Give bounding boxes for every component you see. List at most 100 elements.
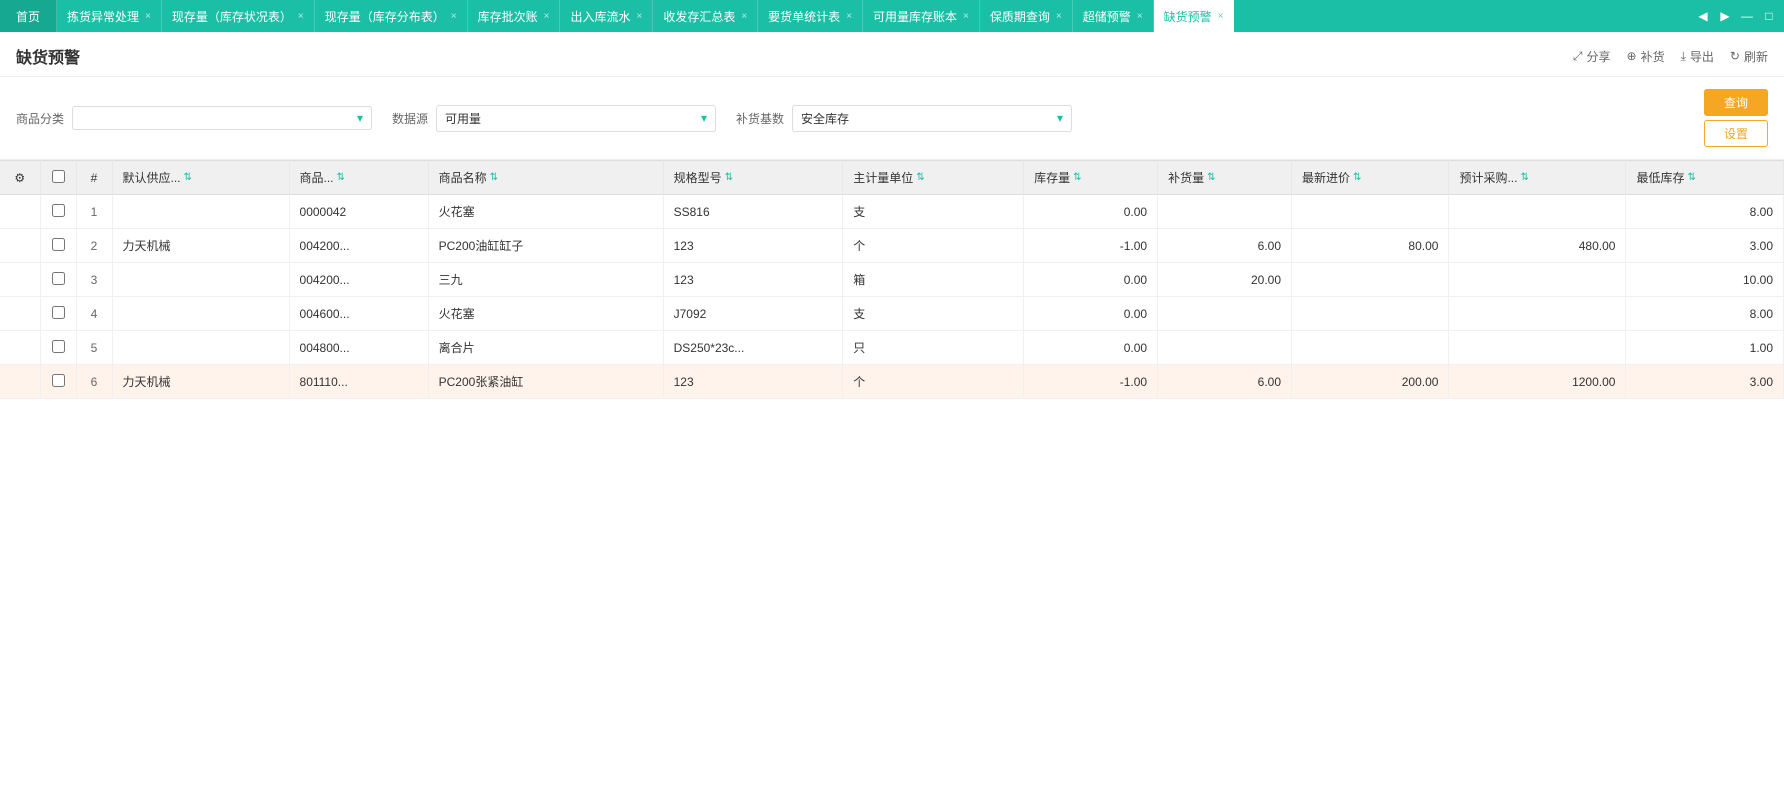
row-settings-cell [0, 263, 40, 297]
col-spec[interactable]: 规格型号 ⇅ [663, 161, 843, 195]
query-button[interactable]: 查询 [1704, 89, 1768, 116]
col-latest-price-sort-icon: ⇅ [1353, 172, 1361, 183]
row-num: 1 [76, 195, 112, 229]
tab-available-close[interactable]: × [963, 11, 969, 22]
col-goods-code[interactable]: 商品... ⇅ [289, 161, 428, 195]
col-supplier[interactable]: 默认供应... ⇅ [112, 161, 289, 195]
refresh-action[interactable]: ↻ 刷新 [1730, 48, 1768, 65]
row-unit: 个 [843, 229, 1024, 263]
tab-stock2[interactable]: 现存量（库存分布表） × [315, 0, 468, 32]
row-replenish-qty [1158, 331, 1292, 365]
row-checkbox[interactable] [52, 374, 65, 387]
row-supplier: 力天机械 [112, 365, 289, 399]
row-supplier: 力天机械 [112, 229, 289, 263]
table-row: 3 004200... 三九 123 箱 0.00 20.00 10.00 [0, 263, 1784, 297]
row-goods-name: 离合片 [428, 331, 663, 365]
row-settings-cell [0, 229, 40, 263]
row-est-purchase [1449, 263, 1626, 297]
row-spec: 123 [663, 263, 843, 297]
tab-flow-close[interactable]: × [636, 11, 642, 22]
row-check-cell[interactable] [40, 263, 76, 297]
tab-shortage-close[interactable]: × [1218, 11, 1224, 22]
row-settings-cell [0, 331, 40, 365]
settings-button[interactable]: 设置 [1704, 120, 1768, 147]
row-check-cell[interactable] [40, 365, 76, 399]
tab-batch-close[interactable]: × [544, 11, 550, 22]
tab-shortage[interactable]: 缺货预警 × [1154, 0, 1235, 32]
datasource-select[interactable]: 可用量 ▾ [436, 105, 716, 132]
col-goods-code-sort-icon: ⇅ [337, 172, 345, 183]
tab-order-close[interactable]: × [846, 11, 852, 22]
row-check-cell[interactable] [40, 297, 76, 331]
row-check-cell[interactable] [40, 195, 76, 229]
replenish-icon: ⊕ [1627, 49, 1637, 63]
row-est-purchase: 480.00 [1449, 229, 1626, 263]
tab-pick[interactable]: 拣货异常处理 × [57, 0, 162, 32]
col-unit-sort-icon: ⇅ [916, 172, 924, 183]
row-min-stock: 1.00 [1626, 331, 1784, 365]
window-maximize-button[interactable]: □ [1758, 5, 1780, 27]
row-goods-name: PC200油缸缸子 [428, 229, 663, 263]
row-checkbox[interactable] [52, 306, 65, 319]
row-check-cell[interactable] [40, 229, 76, 263]
tab-expiry-close[interactable]: × [1056, 11, 1062, 22]
settings-gear-icon[interactable]: ⚙ [14, 171, 25, 185]
tab-home[interactable]: 首页 [0, 0, 57, 32]
tab-pick-close[interactable]: × [145, 11, 151, 22]
tab-overstock[interactable]: 超储预警 × [1073, 0, 1154, 32]
col-replenish-qty[interactable]: 补货量 ⇅ [1158, 161, 1292, 195]
row-unit: 只 [843, 331, 1024, 365]
row-unit: 箱 [843, 263, 1024, 297]
row-num: 5 [76, 331, 112, 365]
table-row: 2 力天机械 004200... PC200油缸缸子 123 个 -1.00 6… [0, 229, 1784, 263]
col-est-purchase-label: 预计采购... [1459, 169, 1517, 186]
tab-prev-button[interactable]: ◀ [1692, 5, 1714, 27]
col-supplier-sort-icon: ⇅ [184, 172, 192, 183]
tab-stock1[interactable]: 现存量（库存状况表） × [162, 0, 315, 32]
tab-stock1-close[interactable]: × [298, 11, 304, 22]
row-spec: DS250*23c... [663, 331, 843, 365]
row-settings-cell [0, 297, 40, 331]
col-latest-price[interactable]: 最新进价 ⇅ [1292, 161, 1449, 195]
row-checkbox[interactable] [52, 204, 65, 217]
row-supplier [112, 297, 289, 331]
tab-flow[interactable]: 出入库流水 × [560, 0, 653, 32]
col-est-purchase[interactable]: 预计采购... ⇅ [1449, 161, 1626, 195]
row-supplier [112, 195, 289, 229]
share-action[interactable]: ⤢ 分享 [1573, 48, 1611, 65]
col-goods-name[interactable]: 商品名称 ⇅ [428, 161, 663, 195]
col-unit[interactable]: 主计量单位 ⇅ [843, 161, 1024, 195]
col-stock[interactable]: 库存量 ⇅ [1024, 161, 1158, 195]
tab-flow-label: 出入库流水 [570, 8, 630, 25]
col-settings[interactable]: ⚙ [0, 161, 40, 195]
row-checkbox[interactable] [52, 238, 65, 251]
row-check-cell[interactable] [40, 331, 76, 365]
replenish-base-filter-label: 补货基数 [736, 110, 784, 127]
row-settings-cell [0, 195, 40, 229]
col-check[interactable] [40, 161, 76, 195]
page-header: 缺货预警 ⤢ 分享 ⊕ 补货 ⤓ 导出 ↻ 刷新 [0, 32, 1784, 77]
tab-overstock-close[interactable]: × [1137, 11, 1143, 22]
tab-expiry[interactable]: 保质期查询 × [980, 0, 1073, 32]
tab-available[interactable]: 可用量库存账本 × [863, 0, 980, 32]
col-replenish-qty-sort-icon: ⇅ [1207, 172, 1215, 183]
data-table: ⚙ # 默认供应... ⇅ 商品... [0, 160, 1784, 399]
category-select[interactable]: ▾ [72, 106, 372, 130]
window-minimize-button[interactable]: — [1736, 5, 1758, 27]
tab-next-button[interactable]: ▶ [1714, 5, 1736, 27]
export-action[interactable]: ⤓ 导出 [1681, 48, 1714, 65]
tab-stock2-close[interactable]: × [451, 11, 457, 22]
tab-summary-close[interactable]: × [741, 11, 747, 22]
tab-nav-buttons: ◀ ▶ — □ [1688, 5, 1784, 27]
tab-summary[interactable]: 收发存汇总表 × [653, 0, 758, 32]
tab-order[interactable]: 要货单统计表 × [758, 0, 863, 32]
col-replenish-qty-label: 补货量 [1168, 169, 1204, 186]
tab-batch[interactable]: 库存批次账 × [468, 0, 561, 32]
replenish-base-select[interactable]: 安全库存 ▾ [792, 105, 1072, 132]
select-all-checkbox[interactable] [52, 170, 65, 183]
row-checkbox[interactable] [52, 340, 65, 353]
replenish-action[interactable]: ⊕ 补货 [1627, 48, 1665, 65]
col-min-stock[interactable]: 最低库存 ⇅ [1626, 161, 1784, 195]
row-spec: SS816 [663, 195, 843, 229]
row-checkbox[interactable] [52, 272, 65, 285]
